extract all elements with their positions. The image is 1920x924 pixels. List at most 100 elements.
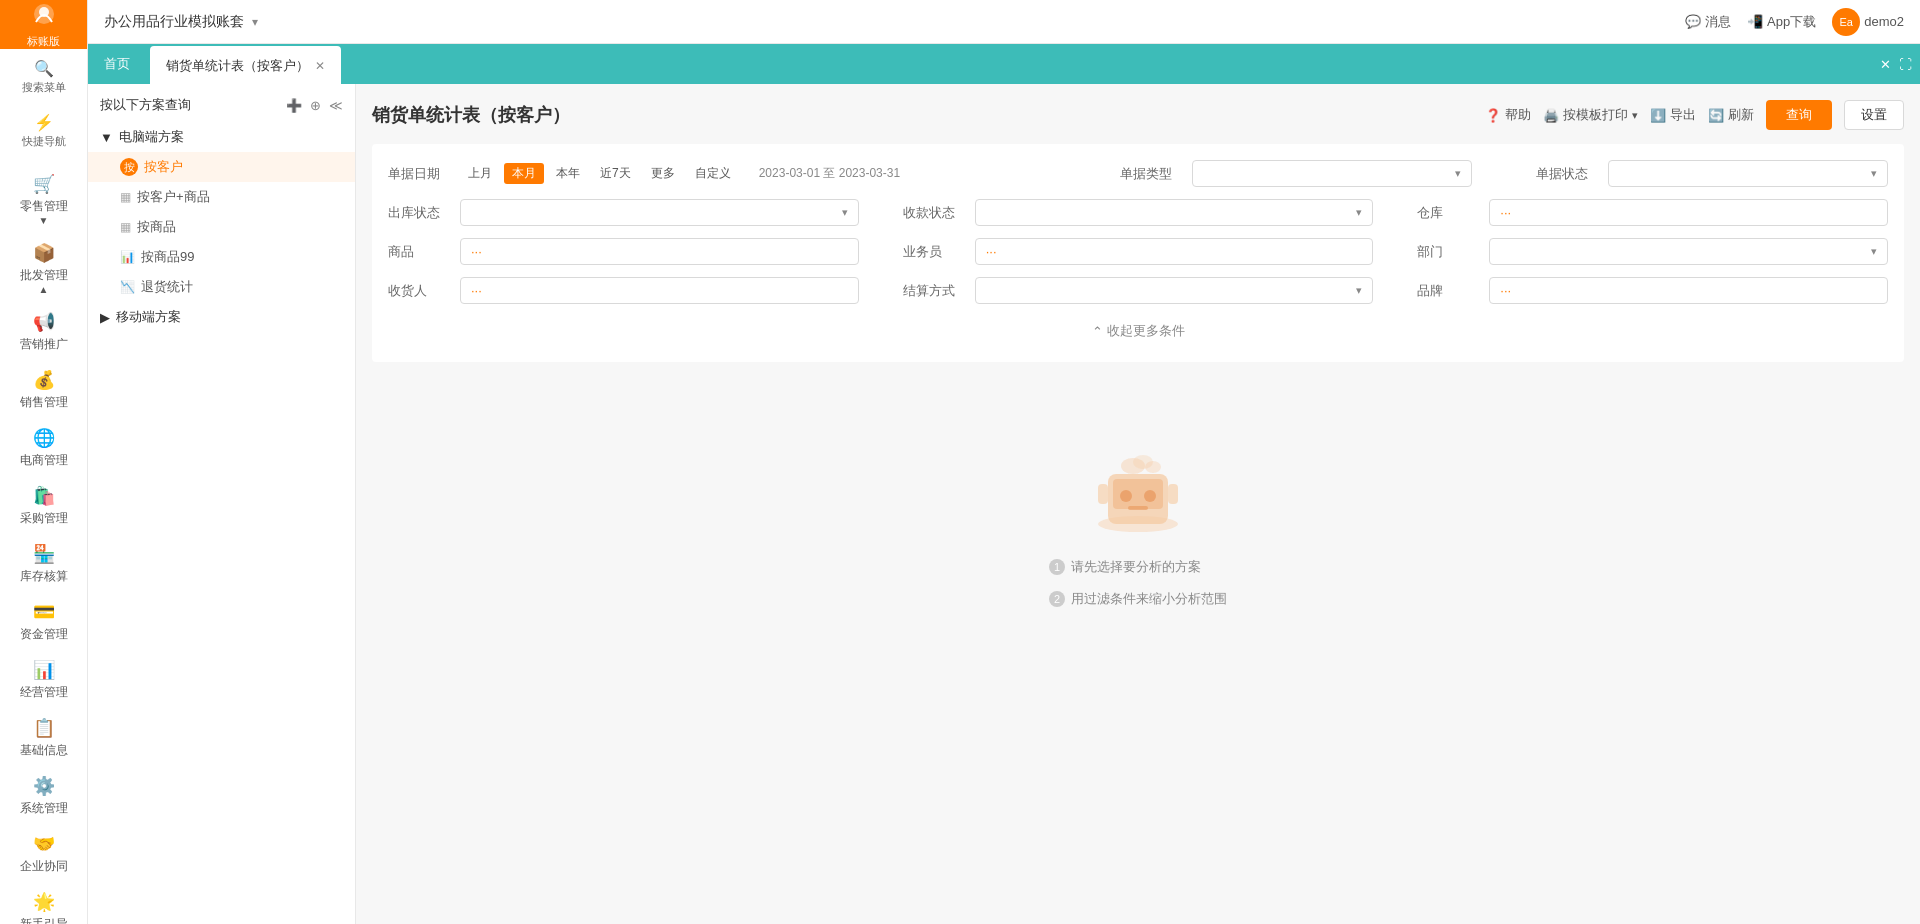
date-tab-7days[interactable]: 近7天 [592,163,639,184]
payment-status-dropdown-icon: ▾ [1356,206,1362,219]
page-actions: ❓ 帮助 🖨️ 按模板打印 ▾ ⬇️ 导出 🔄 刷新 [1485,100,1904,130]
refresh-button[interactable]: 🔄 刷新 [1708,106,1754,124]
sidebar-item-sales[interactable]: 💰 销售管理 [0,361,88,419]
page-header: 销货单统计表（按客户） ❓ 帮助 🖨️ 按模板打印 ▾ ⬇️ 导出 [372,100,1904,130]
app-title: 办公用品行业模拟账套 [104,13,244,31]
content-area: 按以下方案查询 ➕ ⊕ ≪ ▼ 电脑端方案 按 按客户 ▦ 按客户+商品 [88,84,1920,924]
collapse-button[interactable]: ⌃ 收起更多条件 [388,316,1888,346]
app-title-dropdown[interactable]: ▾ [252,15,258,29]
receiver-label: 收货人 [388,282,448,300]
finance-icon: 💳 [33,601,55,623]
sidebar-item-basic-info[interactable]: 📋 基础信息 [0,709,88,767]
order-type-dropdown-icon: ▾ [1455,167,1461,180]
sidebar-item-enterprise[interactable]: 🤝 企业协同 [0,825,88,883]
order-status-select[interactable]: ▾ [1608,160,1888,187]
sidebar-item-marketing[interactable]: 📢 营销推广 [0,303,88,361]
date-tab-last-month[interactable]: 上月 [460,163,500,184]
tree-expand-right-icon: ▶ [100,310,110,325]
app-download-button[interactable]: 📲 App下载 [1747,13,1816,31]
search-menu-button[interactable]: 🔍 搜索菜单 [22,49,66,105]
add-scheme-icon[interactable]: ➕ [286,98,302,113]
goods-label: 商品 [388,243,448,261]
brand-select[interactable]: ··· [1489,277,1888,304]
svg-point-5 [1120,490,1132,502]
message-button[interactable]: 💬 消息 [1685,13,1731,31]
settings-button[interactable]: 设置 [1844,100,1904,130]
scheme-by-goods[interactable]: ▦ 按商品 [88,212,355,242]
mobile-scheme-label: 移动端方案 [116,308,181,326]
date-tab-this-month[interactable]: 本月 [504,163,544,184]
newbie-icon: 🌟 [33,891,55,913]
refresh-icon: 🔄 [1708,108,1724,123]
empty-state: 1 请先选择要分析的方案 2 用过滤条件来缩小分析范围 [372,374,1904,672]
scheme-icon-2: ▦ [120,220,131,234]
tab-close-icon[interactable]: ✕ [315,59,325,73]
print-dropdown-icon: ▾ [1632,109,1638,122]
main-area: 办公用品行业模拟账套 ▾ 💬 消息 📲 App下载 Ea demo2 首页 [88,0,1920,924]
desktop-scheme-group[interactable]: ▼ 电脑端方案 [88,122,355,152]
filter-row-4: 收货人 ··· 结算方式 ▾ 品牌 ··· [388,277,1888,304]
maximize-window-icon[interactable]: ⛶ [1899,57,1912,72]
right-panel: 销货单统计表（按客户） ❓ 帮助 🖨️ 按模板打印 ▾ ⬇️ 导出 [356,84,1920,924]
ecommerce-icon: 🌐 [33,427,55,449]
sidebar-item-newbie[interactable]: 🌟 新手引导 [0,883,88,924]
scheme-query-title: 按以下方案查询 [100,96,191,114]
enterprise-icon: 🤝 [33,833,55,855]
warehouse-dots: ··· [1500,205,1511,220]
app-logo: 标账版 [0,0,88,49]
sidebar-item-ecommerce[interactable]: 🌐 电商管理 [0,419,88,477]
scheme-icon-1: ▦ [120,190,131,204]
left-panel-header: 按以下方案查询 ➕ ⊕ ≪ [88,96,355,122]
sidebar-item-system[interactable]: ⚙️ 系统管理 [0,767,88,825]
sidebar-item-retail[interactable]: 🛒 零售管理 ▼ [0,165,88,234]
sidebar-item-inventory[interactable]: 🏪 库存核算 [0,535,88,593]
settlement-select[interactable]: ▾ [975,277,1374,304]
svg-point-1 [39,7,49,17]
tab-window-controls: ✕ ⛶ [1880,57,1920,72]
empty-tip-1: 1 请先选择要分析的方案 [1049,554,1227,580]
sidebar-item-finance[interactable]: 💳 资金管理 [0,593,88,651]
close-window-icon[interactable]: ✕ [1880,57,1891,72]
scheme-by-goods99[interactable]: 📊 按商品99 [88,242,355,272]
settings-scheme-icon[interactable]: ⊕ [310,98,321,113]
query-button[interactable]: 查询 [1766,100,1832,130]
warehouse-select[interactable]: ··· [1489,199,1888,226]
mobile-scheme-group[interactable]: ▶ 移动端方案 [88,302,355,332]
out-status-select[interactable]: ▾ [460,199,859,226]
salesperson-select[interactable]: ··· [975,238,1374,265]
goods-select[interactable]: ··· [460,238,859,265]
help-button[interactable]: ❓ 帮助 [1485,106,1531,124]
scheme-by-customer-goods[interactable]: ▦ 按客户+商品 [88,182,355,212]
sidebar: 标账版 🔍 搜索菜单 ⚡ 快捷导航 🛒 零售管理 ▼ 📦 批发管理 ▲ 📢 营销… [0,0,88,924]
tab-sales-stat[interactable]: 销货单统计表（按客户） ✕ [150,46,341,86]
collapse-scheme-icon[interactable]: ≪ [329,98,343,113]
order-type-select[interactable]: ▾ [1192,160,1472,187]
filter-row-1: 单据日期 上月 本月 本年 近7天 更多 自定义 2023-03-01 至 20… [388,160,1888,187]
tabbar: 首页 销货单统计表（按客户） ✕ ✕ ⛶ [88,44,1920,84]
shortcut-nav-button[interactable]: ⚡ 快捷导航 [22,105,66,157]
settlement-label: 结算方式 [903,282,963,300]
collapse-icon: ⌃ [1092,324,1103,339]
department-select[interactable]: ▾ [1489,238,1888,265]
tab-home[interactable]: 首页 [88,44,146,84]
sidebar-item-wholesale[interactable]: 📦 批发管理 ▲ [0,234,88,303]
topbar-left: 办公用品行业模拟账套 ▾ [104,13,258,31]
sidebar-item-purchase[interactable]: 🛍️ 采购管理 [0,477,88,535]
export-button[interactable]: ⬇️ 导出 [1650,106,1696,124]
filter-box: 单据日期 上月 本月 本年 近7天 更多 自定义 2023-03-01 至 20… [372,144,1904,362]
sidebar-item-operations[interactable]: 📊 经营管理 [0,651,88,709]
user-avatar-button[interactable]: Ea demo2 [1832,8,1904,36]
print-button[interactable]: 🖨️ 按模板打印 ▾ [1543,106,1638,124]
date-tab-more[interactable]: 更多 [643,163,683,184]
scheme-return-stat[interactable]: 📉 退货统计 [88,272,355,302]
date-label: 单据日期 [388,165,448,183]
filter-row-2: 出库状态 ▾ 收款状态 ▾ 仓库 ··· [388,199,1888,226]
receiver-select[interactable]: ··· [460,277,859,304]
date-range-display: 2023-03-01 至 2023-03-31 [759,165,900,182]
scheme-by-customer[interactable]: 按 按客户 [88,152,355,182]
date-tab-custom[interactable]: 自定义 [687,163,739,184]
date-tab-this-year[interactable]: 本年 [548,163,588,184]
payment-status-select[interactable]: ▾ [975,199,1374,226]
export-icon: ⬇️ [1650,108,1666,123]
svg-point-6 [1144,490,1156,502]
